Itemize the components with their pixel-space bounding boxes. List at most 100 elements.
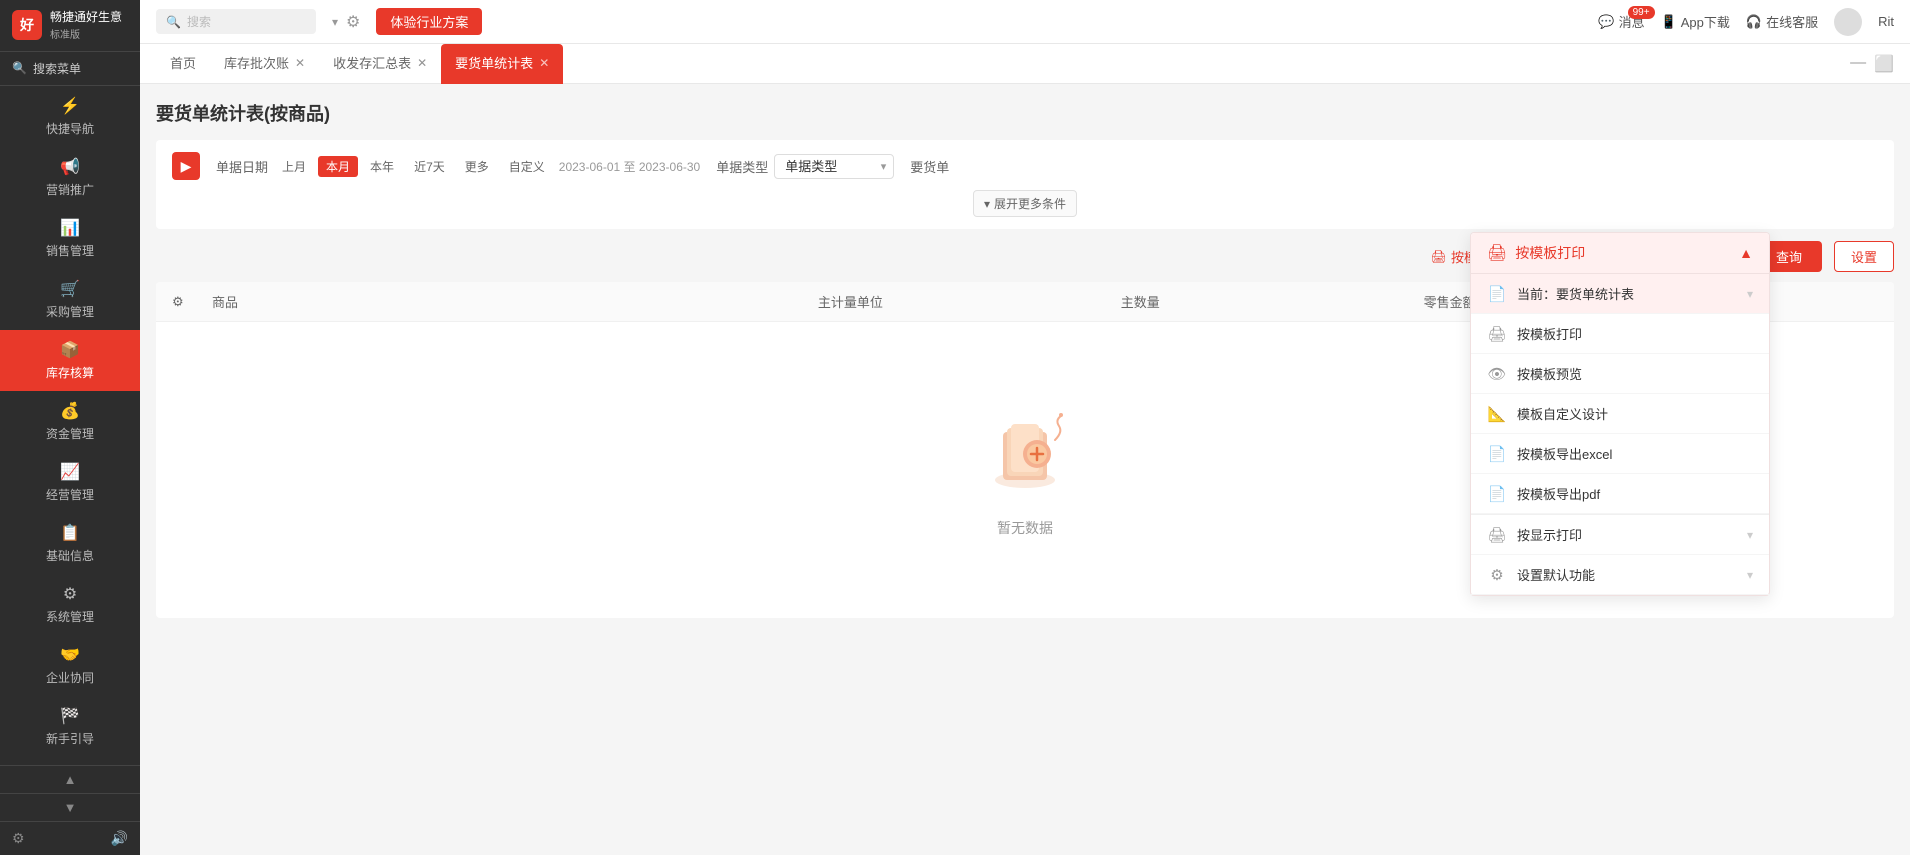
sidebar-item-basic[interactable]: 📋 基础信息 <box>0 513 140 574</box>
empty-text: 暂无数据 <box>997 518 1053 538</box>
date-range-display: 2023-06-01 至 2023-06-30 <box>559 158 700 175</box>
message-button[interactable]: 💬 消息 99+ <box>1598 12 1644 31</box>
display-print-label: 按显示打印 <box>1517 525 1582 544</box>
tab-minimize-icon[interactable]: — <box>1850 54 1866 74</box>
default-settings-icon: ⚙ <box>1487 566 1507 584</box>
date-btn-last-month[interactable]: 上月 <box>274 156 314 177</box>
dropdown-item-template-design[interactable]: 📐 模板自定义设计 <box>1471 394 1769 434</box>
tab-order-summary-close[interactable]: ✕ <box>539 56 549 70</box>
date-btn-7days[interactable]: 近7天 <box>406 156 453 177</box>
sidebar-item-shortcut[interactable]: ⚡ 快捷导航 <box>0 86 140 147</box>
empty-illustration <box>975 402 1075 502</box>
marketing-icon: 📢 <box>60 157 80 177</box>
service-icon: 🎧 <box>1746 14 1762 30</box>
date-btn-custom[interactable]: 自定义 <box>501 156 553 177</box>
order-type-label: 单据类型 <box>716 157 768 176</box>
sidebar-item-guide[interactable]: 🏁 新手引导 <box>0 696 140 757</box>
expand-chevron-icon: ▾ <box>984 197 990 211</box>
topbar-dropdown-icon[interactable]: ▾ <box>332 15 338 29</box>
expand-filter-btn[interactable]: ▾ 展开更多条件 <box>973 190 1077 217</box>
search-icon: 🔍 <box>12 61 27 75</box>
sidebar-search[interactable]: 🔍 搜索菜单 <box>0 52 140 86</box>
date-btn-more[interactable]: 更多 <box>457 156 497 177</box>
sidebar-item-purchase[interactable]: 🛒 采购管理 <box>0 269 140 330</box>
dropdown-item-template-preview[interactable]: 👁 按模板预览 <box>1471 354 1769 394</box>
dropdown-item-export-pdf[interactable]: 📄 按模板导出pdf <box>1471 474 1769 514</box>
topbar-settings-icon[interactable]: ⚙ <box>346 12 360 32</box>
export-pdf-label: 按模板导出pdf <box>1517 484 1600 503</box>
filter-toggle-btn[interactable]: ▶ <box>172 152 200 180</box>
sidebar-label-purchase: 采购管理 <box>46 303 94 320</box>
sidebar-item-apps[interactable]: 🔲 应用中心 <box>0 757 140 765</box>
sidebar-label-marketing: 营销推广 <box>46 181 94 198</box>
tab-receipt-summary-close[interactable]: ✕ <box>417 56 427 70</box>
sidebar-label-shortcut: 快捷导航 <box>46 120 94 137</box>
settings-button[interactable]: 设置 <box>1834 241 1894 272</box>
sidebar-item-corp[interactable]: 🤝 企业协同 <box>0 635 140 696</box>
app-download-icon: 📱 <box>1661 14 1677 30</box>
topbar-search-placeholder: 搜索 <box>187 13 211 30</box>
main-area: 🔍 搜索 ▾ ⚙ 体验行业方案 💬 消息 99+ 📱 App下载 🎧 在线客服 … <box>140 0 1910 855</box>
order-type-select[interactable]: 单据类型 要货单 <box>774 154 894 179</box>
order-type-select-wrapper: 单据类型 要货单 <box>774 154 894 179</box>
topbar-icons: ▾ ⚙ <box>332 12 360 32</box>
promo-button[interactable]: 体验行业方案 <box>376 8 482 35</box>
dropdown-item-template-print[interactable]: 🖨 按模板打印 <box>1471 314 1769 354</box>
dropdown-current-item[interactable]: 📄 当前：要货单统计表 ▾ <box>1471 274 1769 314</box>
template-design-icon: 📐 <box>1487 405 1507 423</box>
tab-order-summary[interactable]: 要货单统计表 ✕ <box>441 44 563 84</box>
purchase-icon: 🛒 <box>60 279 80 299</box>
dropdown-item-display-print[interactable]: 🖨 按显示打印 ▾ <box>1471 515 1769 555</box>
corp-icon: 🤝 <box>60 645 80 665</box>
online-service-button[interactable]: 🎧 在线客服 <box>1746 12 1818 31</box>
sidebar-sound-icon[interactable]: 🔊 <box>111 830 128 847</box>
user-avatar[interactable] <box>1834 8 1862 36</box>
dropdown-item-export-excel[interactable]: 📄 按模板导出excel <box>1471 434 1769 474</box>
sidebar-item-marketing[interactable]: 📢 营销推广 <box>0 147 140 208</box>
date-btn-this-year[interactable]: 本年 <box>362 156 402 177</box>
sidebar-item-system[interactable]: ⚙ 系统管理 <box>0 574 140 635</box>
date-btn-this-month[interactable]: 本月 <box>318 156 358 177</box>
dropdown-title-label: 按模板打印 <box>1515 243 1585 263</box>
finance-icon: 💰 <box>60 401 80 421</box>
sidebar-item-sales[interactable]: 📊 销售管理 <box>0 208 140 269</box>
topbar: 🔍 搜索 ▾ ⚙ 体验行业方案 💬 消息 99+ 📱 App下载 🎧 在线客服 … <box>140 0 1910 44</box>
dropdown-header: 🖨 按模板打印 ▲ <box>1471 233 1769 274</box>
user-name[interactable]: Rit <box>1878 14 1894 29</box>
sidebar-label-finance: 资金管理 <box>46 425 94 442</box>
sidebar-item-inventory[interactable]: 📦 库存核算 <box>0 330 140 391</box>
sidebar-item-operation[interactable]: 📈 经营管理 <box>0 452 140 513</box>
dropdown-item-default-settings[interactable]: ⚙ 设置默认功能 ▾ <box>1471 555 1769 595</box>
tab-inventory-batch-close[interactable]: ✕ <box>295 56 305 70</box>
col-unit: 主计量单位 <box>818 292 1121 311</box>
sidebar-scroll-down[interactable]: ▼ <box>0 793 140 821</box>
sales-icon: 📊 <box>60 218 80 238</box>
printer-icon: 🖨 <box>1431 249 1448 265</box>
filter-row-1: ▶ 单据日期 上月 本月 本年 近7天 更多 自定义 2023-06-01 至 … <box>172 152 1878 180</box>
sidebar-nav: ⚡ 快捷导航 📢 营销推广 📊 销售管理 🛒 采购管理 📦 库存核算 💰 资金管… <box>0 86 140 765</box>
dropdown-close-btn[interactable]: ▲ <box>1739 245 1753 261</box>
shortcut-icon: ⚡ <box>60 96 80 116</box>
sidebar-label-basic: 基础信息 <box>46 547 94 564</box>
tab-maximize-icon[interactable]: ⬜ <box>1874 54 1894 74</box>
logo-text: 畅捷通好生意 <box>50 10 122 26</box>
logo-badge: 标准版 <box>50 26 122 41</box>
sidebar-label-sales: 销售管理 <box>46 242 94 259</box>
export-excel-icon: 📄 <box>1487 445 1507 463</box>
tab-home[interactable]: 首页 <box>156 44 210 84</box>
display-print-icon: 🖨 <box>1487 526 1507 544</box>
tab-receipt-summary[interactable]: 收发存汇总表 ✕ <box>319 44 441 84</box>
message-badge: 99+ <box>1628 6 1655 19</box>
template-design-label: 模板自定义设计 <box>1517 404 1608 423</box>
col-settings[interactable]: ⚙ <box>172 294 212 310</box>
app-download-button[interactable]: 📱 App下载 <box>1661 12 1730 31</box>
sidebar-item-finance[interactable]: 💰 资金管理 <box>0 391 140 452</box>
template-print-icon: 🖨 <box>1487 325 1507 343</box>
sidebar-label-guide: 新手引导 <box>46 730 94 747</box>
sidebar-scroll-up[interactable]: ▲ <box>0 765 140 793</box>
tab-inventory-batch[interactable]: 库存批次账 ✕ <box>210 44 319 84</box>
sidebar-settings-icon[interactable]: ⚙ <box>12 830 25 847</box>
topbar-search[interactable]: 🔍 搜索 <box>156 9 316 34</box>
default-settings-label: 设置默认功能 <box>1517 565 1595 584</box>
sidebar-label-system: 系统管理 <box>46 608 94 625</box>
